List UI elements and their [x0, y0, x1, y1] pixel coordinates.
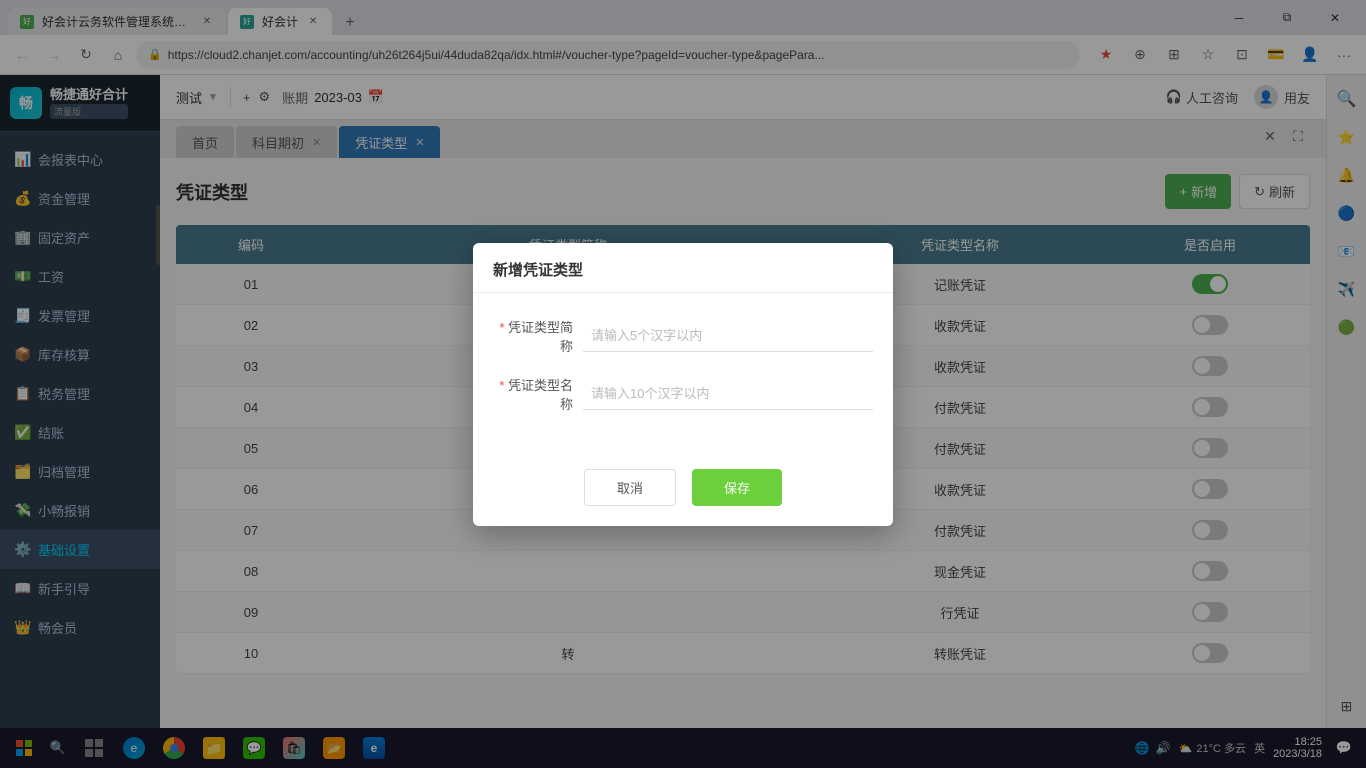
save-button[interactable]: 保存 — [692, 469, 782, 506]
modal-body: 凭证类型简称 凭证类型名称 — [473, 293, 893, 457]
abbr-label: 凭证类型简称 — [493, 317, 583, 355]
modal-title: 新增凭证类型 — [493, 259, 583, 280]
modal-header: 新增凭证类型 — [473, 243, 893, 293]
abbr-form-row: 凭证类型简称 — [493, 317, 873, 355]
name-form-row: 凭证类型名称 — [493, 375, 873, 413]
modal-footer: 取消 保存 — [473, 457, 893, 526]
abbr-input[interactable] — [583, 320, 873, 352]
name-input[interactable] — [583, 378, 873, 410]
cancel-button[interactable]: 取消 — [584, 469, 676, 506]
name-label: 凭证类型名称 — [493, 375, 583, 413]
modal-overlay: 新增凭证类型 凭证类型简称 凭证类型名称 取消 保存 — [0, 0, 1366, 768]
add-voucher-modal: 新增凭证类型 凭证类型简称 凭证类型名称 取消 保存 — [473, 243, 893, 526]
